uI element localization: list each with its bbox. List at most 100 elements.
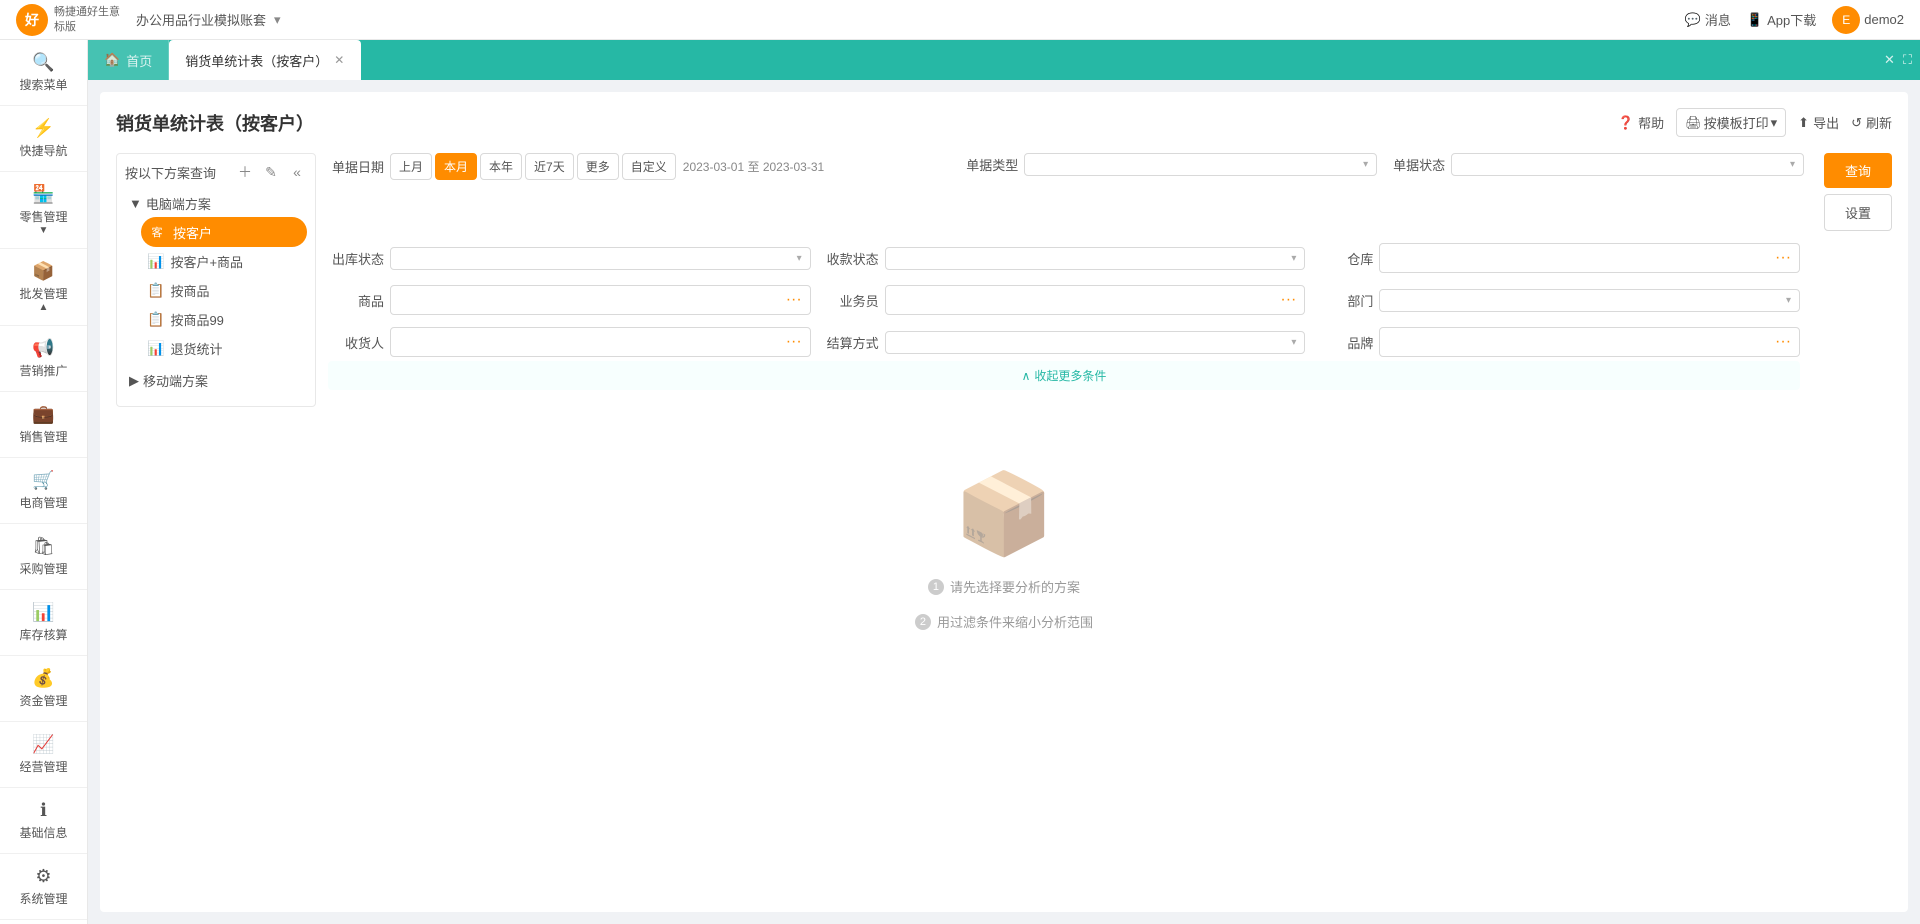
fullscreen-icon[interactable]: ⛶ [1903,52,1912,68]
wholesale-icon: 📦 [4,261,83,282]
panel-icons: ＋ ✎ « [235,162,307,182]
date-last-7days[interactable]: 近7天 [525,153,574,180]
tree-child-return-stat[interactable]: 📊 退货统计 [141,334,307,363]
sidebar-item-label: 采购管理 [4,560,83,577]
table2-icon: 📋 [147,311,164,328]
tab-label: 首页 [126,51,152,70]
sidebar-item-label: 搜索菜单 [4,76,83,93]
sidebar-item-operations[interactable]: 📈 经营管理 [0,722,87,788]
recipient-input[interactable]: ··· [390,327,811,357]
help-icon: ❓ [1618,115,1634,131]
date-this-month[interactable]: 本月 [435,153,477,180]
empty-step-1: 1 请先选择要分析的方案 [928,577,1080,596]
collapse-button[interactable]: ∧ 收起更多条件 [328,361,1800,390]
product-input[interactable]: ··· [390,285,811,315]
sidebar-item-finance[interactable]: 💰 资金管理 [0,656,87,722]
sidebar-item-basic[interactable]: ℹ 基础信息 [0,788,87,854]
sidebar-item-retail[interactable]: 🏪 零售管理 ▼ [0,172,87,249]
chevron-down-icon: ▾ [1771,115,1778,131]
sidebar-item-cooperation[interactable]: 🤝 企业协同 [0,920,87,924]
sidebar-item-system[interactable]: ⚙ 系统管理 [0,854,87,920]
date-more[interactable]: 更多 [577,153,619,180]
logo-text: 畅捷通好生意 标版 [54,5,120,34]
empty-illustration: 📦 [954,467,1054,561]
sidebar-item-shortcut[interactable]: ⚡ 快捷导航 [0,106,87,172]
settlement-select[interactable]: ▾ [885,331,1306,354]
tree-expand-icon: ▶ [129,373,139,389]
close-window-icon[interactable]: ✕ [1884,52,1895,68]
tree-child-by-product99[interactable]: 📋 按商品99 [141,305,307,334]
sidebar-item-marketing[interactable]: 📢 营销推广 [0,326,87,392]
content-area: 🏠 首页 销货单统计表（按客户） ✕ ✕ ⛶ 销货单统计表（按客户） ❓ 帮助 [88,40,1920,924]
operations-icon: 📈 [4,734,83,755]
brand-input[interactable]: ··· [1379,327,1800,357]
tab-close-button[interactable]: ✕ [334,53,344,67]
sidebar-item-label: 快捷导航 [4,142,83,159]
sidebar-item-search[interactable]: 🔍 搜索菜单 [0,40,87,106]
add-scheme-button[interactable]: ＋ [235,162,255,182]
warehouse-input[interactable]: ··· [1379,243,1800,273]
sidebar-item-inventory[interactable]: 📊 库存核算 [0,590,87,656]
tab-sales-stat[interactable]: 销货单统计表（按客户） ✕ [169,40,361,80]
export-icon: ⬆ [1798,115,1809,131]
app-download-button[interactable]: 📱 App下载 [1747,10,1816,29]
tree-parent-desktop[interactable]: ▼ 电脑端方案 [125,190,307,217]
customer-icon: 客 [147,222,167,242]
collapse-label: 收起更多条件 [1034,367,1106,384]
order-type-select[interactable]: ▾ [1024,153,1377,176]
tree-child-label: 按客户+商品 [170,252,243,271]
payment-status-select[interactable]: ▾ [885,247,1306,270]
tree-label: 移动端方案 [143,371,208,390]
right-filter: 单据日期 上月 本月 本年 近7天 更多 自定义 2023-03-01 至 20… [328,153,1892,407]
step-2-number: 2 [915,614,931,630]
chart-icon: 📊 [147,253,164,270]
sidebar-item-label: 销售管理 [4,428,83,445]
tree-label: 电脑端方案 [146,194,211,213]
sidebar-item-ecommerce[interactable]: 🛒 电商管理 [0,458,87,524]
message-button[interactable]: 💬 消息 [1685,10,1731,29]
tree-child-by-product[interactable]: 📋 按商品 [141,276,307,305]
collapse-up-icon: ∧ [1022,369,1031,383]
sidebar-item-label: 系统管理 [4,890,83,907]
date-last-month[interactable]: 上月 [390,153,432,180]
empty-state: 📦 1 请先选择要分析的方案 2 用过滤条件来缩小分析范围 [116,407,1892,699]
help-button[interactable]: ❓ 帮助 [1618,113,1664,132]
department-label: 部门 [1317,291,1373,310]
edit-scheme-button[interactable]: ✎ [261,162,281,182]
user-menu[interactable]: E demo2 [1832,6,1904,34]
tree-parent-mobile[interactable]: ▶ 移动端方案 [125,367,307,394]
collapse-panel-button[interactable]: « [287,162,307,182]
system-icon: ⚙ [4,866,83,887]
tab-home[interactable]: 🏠 首页 [88,40,169,80]
query-button[interactable]: 查询 [1824,153,1892,188]
system-dropdown[interactable]: ▾ [274,12,281,28]
salesperson-input[interactable]: ··· [885,285,1306,315]
sidebar-item-purchase[interactable]: 🛍 采购管理 [0,524,87,590]
sidebar-item-label: 库存核算 [4,626,83,643]
chevron-down-icon: ▾ [797,253,802,264]
sidebar-item-label: 电商管理 [4,494,83,511]
tree-child-by-customer-product[interactable]: 📊 按客户+商品 [141,247,307,276]
sidebar-item-sales[interactable]: 💼 销售管理 [0,392,87,458]
retail-icon: 🏪 [4,184,83,205]
template-print-button[interactable]: 🖨 按模板打印 ▾ [1676,108,1786,137]
avatar: E [1832,6,1860,34]
export-button[interactable]: ⬆ 导出 [1798,113,1839,132]
department-select[interactable]: ▾ [1379,289,1800,312]
refresh-button[interactable]: ↺ 刷新 [1851,113,1892,132]
settings-button[interactable]: 设置 [1824,194,1892,231]
chevron-down-icon: ▾ [1291,337,1296,348]
message-icon: 💬 [1685,12,1701,28]
chevron-down-icon: ▾ [1363,159,1368,170]
date-this-year[interactable]: 本年 [480,153,522,180]
order-status-select[interactable]: ▾ [1451,153,1804,176]
system-title: 办公用品行业模拟账套 [136,10,266,29]
out-status-select[interactable]: ▾ [390,247,811,270]
date-custom[interactable]: 自定义 [622,153,676,180]
action-buttons: 查询 设置 [1824,153,1892,231]
shortcut-icon: ⚡ [4,118,83,139]
sidebar-item-label: 营销推广 [4,362,83,379]
tree-child-by-customer[interactable]: 客 按客户 [141,217,307,247]
out-status-label: 出库状态 [328,249,384,268]
sidebar-item-wholesale[interactable]: 📦 批发管理 ▲ [0,249,87,326]
